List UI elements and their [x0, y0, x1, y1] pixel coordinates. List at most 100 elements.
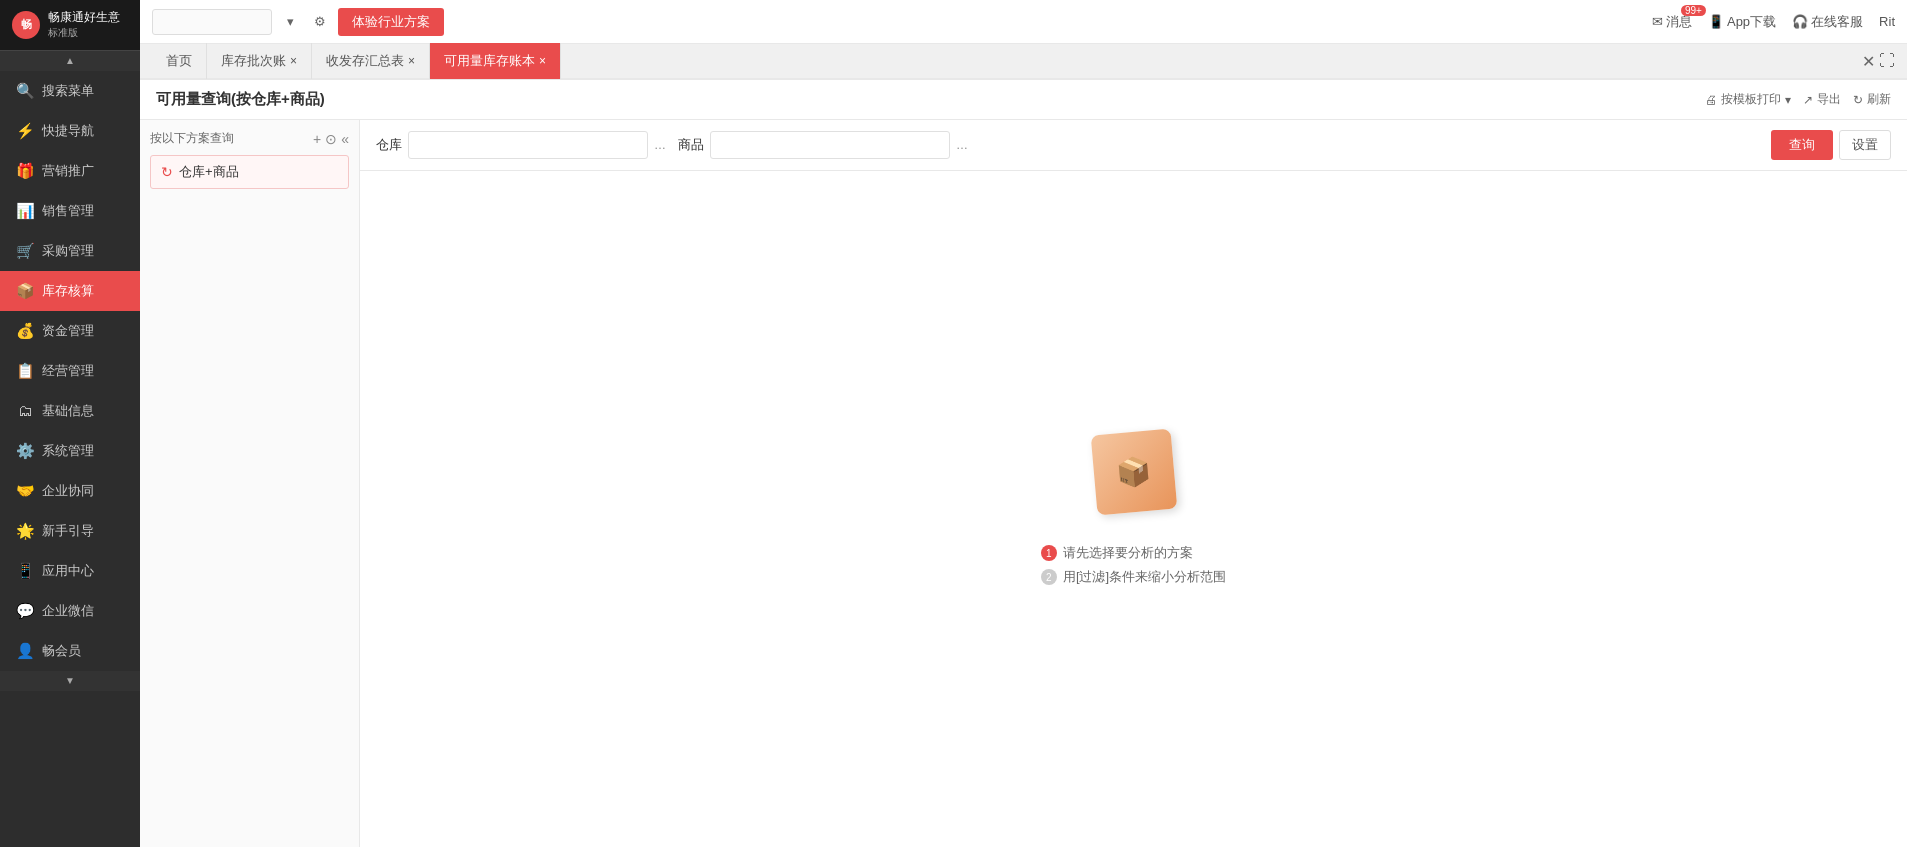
- enterprise-icon: 🤝: [16, 482, 34, 500]
- sidebar-item-member[interactable]: 👤 畅会员: [0, 631, 140, 671]
- product-label: 商品: [678, 136, 704, 154]
- tab-summary[interactable]: 收发存汇总表 ×: [312, 43, 430, 79]
- print-dropdown-icon: ▾: [1785, 93, 1791, 107]
- empty-tip-1: 1 请先选择要分析的方案: [1041, 544, 1226, 562]
- user-name[interactable]: Rit: [1879, 14, 1895, 29]
- service-icon: 🎧: [1792, 14, 1808, 29]
- tab-available[interactable]: 可用量库存账本 ×: [430, 43, 561, 79]
- filter-header: 按以下方案查询 + ⊙ «: [150, 130, 349, 147]
- export-icon: ↗: [1803, 93, 1813, 107]
- system-icon: ⚙️: [16, 442, 34, 460]
- sidebar-item-basic[interactable]: 🗂 基础信息: [0, 391, 140, 431]
- tabbar-expand-button[interactable]: ⛶: [1879, 52, 1895, 71]
- left-filter-panel: 按以下方案查询 + ⊙ « ↻ 仓库+商品: [140, 120, 360, 847]
- right-main-panel: 仓库 … 商品 … 查询 设置 📦: [360, 120, 1907, 847]
- trial-button[interactable]: 体验行业方案: [338, 8, 444, 36]
- sidebar-item-guide[interactable]: 🌟 新手引导: [0, 511, 140, 551]
- tip-num-2: 2: [1041, 569, 1057, 585]
- product-input[interactable]: [710, 131, 950, 159]
- sidebar-item-apps[interactable]: 📱 应用中心: [0, 551, 140, 591]
- sidebar-item-system[interactable]: ⚙️ 系统管理: [0, 431, 140, 471]
- tab-batch[interactable]: 库存批次账 ×: [207, 43, 312, 79]
- page-title: 可用量查询(按仓库+商品): [156, 90, 325, 109]
- empty-illustration: 📦: [1084, 432, 1184, 532]
- guide-icon: 🌟: [16, 522, 34, 540]
- dropdown-icon[interactable]: ▾: [278, 10, 302, 34]
- sidebar-scroll-down[interactable]: ▼: [0, 671, 140, 691]
- app-icon: 📱: [1708, 14, 1724, 29]
- sidebar-header: 畅 畅康通好生意 标准版: [0, 0, 140, 51]
- sidebar-item-inventory[interactable]: 📦 库存核算: [0, 271, 140, 311]
- sidebar-badge: 标准版: [48, 26, 120, 40]
- sidebar-item-search[interactable]: 🔍 搜索菜单: [0, 71, 140, 111]
- sidebar-item-wechat[interactable]: 💬 企业微信: [0, 591, 140, 631]
- online-service-button[interactable]: 🎧 在线客服: [1792, 13, 1863, 31]
- purchase-icon: 🛒: [16, 242, 34, 260]
- member-icon: 👤: [16, 642, 34, 660]
- tab-home[interactable]: 首页: [152, 43, 207, 79]
- topbar-search-input[interactable]: [152, 9, 272, 35]
- empty-box-icon: 📦: [1090, 429, 1177, 516]
- tabbar-close-button[interactable]: ✕: [1862, 52, 1875, 71]
- add-scheme-icon[interactable]: +: [313, 131, 321, 147]
- tip-num-1: 1: [1041, 545, 1057, 561]
- search-icon: 🔍: [16, 82, 34, 100]
- wechat-icon: 💬: [16, 602, 34, 620]
- sidebar-item-purchase[interactable]: 🛒 采购管理: [0, 231, 140, 271]
- sidebar-item-sales[interactable]: 📊 销售管理: [0, 191, 140, 231]
- topbar: ▾ ⚙ 体验行业方案 ✉ 消息 99+ 📱 App下载 🎧 在线客服 Rit: [140, 0, 1907, 44]
- gear-icon[interactable]: ⚙: [308, 10, 332, 34]
- empty-state: 📦 1 请先选择要分析的方案 2 用[过滤]条件来缩小分析范围: [360, 171, 1907, 847]
- print-icon: 🖨: [1705, 93, 1717, 107]
- sidebar-item-finance[interactable]: 💰 资金管理: [0, 311, 140, 351]
- shortcut-icon: ⚡: [16, 122, 34, 140]
- warehouse-more-button[interactable]: …: [654, 138, 666, 152]
- warehouse-label: 仓库: [376, 136, 402, 154]
- message-button[interactable]: ✉ 消息 99+: [1652, 13, 1692, 31]
- message-count: 99+: [1681, 5, 1706, 16]
- scheme-item[interactable]: ↻ 仓库+商品: [150, 155, 349, 189]
- sidebar-logo: 畅: [12, 11, 40, 39]
- tabbar: 首页 库存批次账 × 收发存汇总表 × 可用量库存账本 × ✕ ⛶: [140, 44, 1907, 80]
- sidebar-item-shortcut[interactable]: ⚡ 快捷导航: [0, 111, 140, 151]
- sidebar-item-marketing[interactable]: 🎁 营销推广: [0, 151, 140, 191]
- warehouse-input[interactable]: [408, 131, 648, 159]
- scheme-icon: ↻: [161, 164, 173, 180]
- settings-scheme-icon[interactable]: ⊙: [325, 131, 337, 147]
- message-icon: ✉: [1652, 14, 1663, 29]
- apps-icon: 📱: [16, 562, 34, 580]
- sidebar-item-operations[interactable]: 📋 经营管理: [0, 351, 140, 391]
- page-header: 可用量查询(按仓库+商品) 🖨 按模板打印 ▾ ↗ 导出 ↻ 刷新: [140, 80, 1907, 120]
- tab-summary-close[interactable]: ×: [408, 54, 415, 68]
- tab-available-close[interactable]: ×: [539, 54, 546, 68]
- product-more-button[interactable]: …: [956, 138, 968, 152]
- basic-icon: 🗂: [16, 402, 34, 419]
- warehouse-field: 仓库 …: [376, 131, 666, 159]
- collapse-panel-icon[interactable]: «: [341, 131, 349, 147]
- sales-icon: 📊: [16, 202, 34, 220]
- sidebar: 畅 畅康通好生意 标准版 ▲ 🔍 搜索菜单 ⚡ 快捷导航 🎁 营销推广 📊 销售…: [0, 0, 140, 847]
- settings-button[interactable]: 设置: [1839, 130, 1891, 160]
- filter-row: 仓库 … 商品 … 查询 设置: [360, 120, 1907, 171]
- content-area: 按以下方案查询 + ⊙ « ↻ 仓库+商品 仓库 …: [140, 120, 1907, 847]
- product-field: 商品 …: [678, 131, 968, 159]
- tab-batch-close[interactable]: ×: [290, 54, 297, 68]
- print-template-button[interactable]: 🖨 按模板打印 ▾: [1705, 91, 1791, 108]
- inventory-icon: 📦: [16, 282, 34, 300]
- app-download-button[interactable]: 📱 App下载: [1708, 13, 1776, 31]
- operations-icon: 📋: [16, 362, 34, 380]
- sidebar-title: 畅康通好生意: [48, 10, 120, 26]
- query-button[interactable]: 查询: [1771, 130, 1833, 160]
- refresh-button[interactable]: ↻ 刷新: [1853, 91, 1891, 108]
- refresh-icon: ↻: [1853, 93, 1863, 107]
- scheme-label: 仓库+商品: [179, 163, 239, 181]
- main-area: ▾ ⚙ 体验行业方案 ✉ 消息 99+ 📱 App下载 🎧 在线客服 Rit 首…: [140, 0, 1907, 847]
- filter-header-label: 按以下方案查询: [150, 130, 234, 147]
- empty-tips: 1 请先选择要分析的方案 2 用[过滤]条件来缩小分析范围: [1041, 544, 1226, 586]
- empty-tip-2: 2 用[过滤]条件来缩小分析范围: [1041, 568, 1226, 586]
- sidebar-item-enterprise[interactable]: 🤝 企业协同: [0, 471, 140, 511]
- export-button[interactable]: ↗ 导出: [1803, 91, 1841, 108]
- marketing-icon: 🎁: [16, 162, 34, 180]
- sidebar-scroll-up[interactable]: ▲: [0, 51, 140, 71]
- finance-icon: 💰: [16, 322, 34, 340]
